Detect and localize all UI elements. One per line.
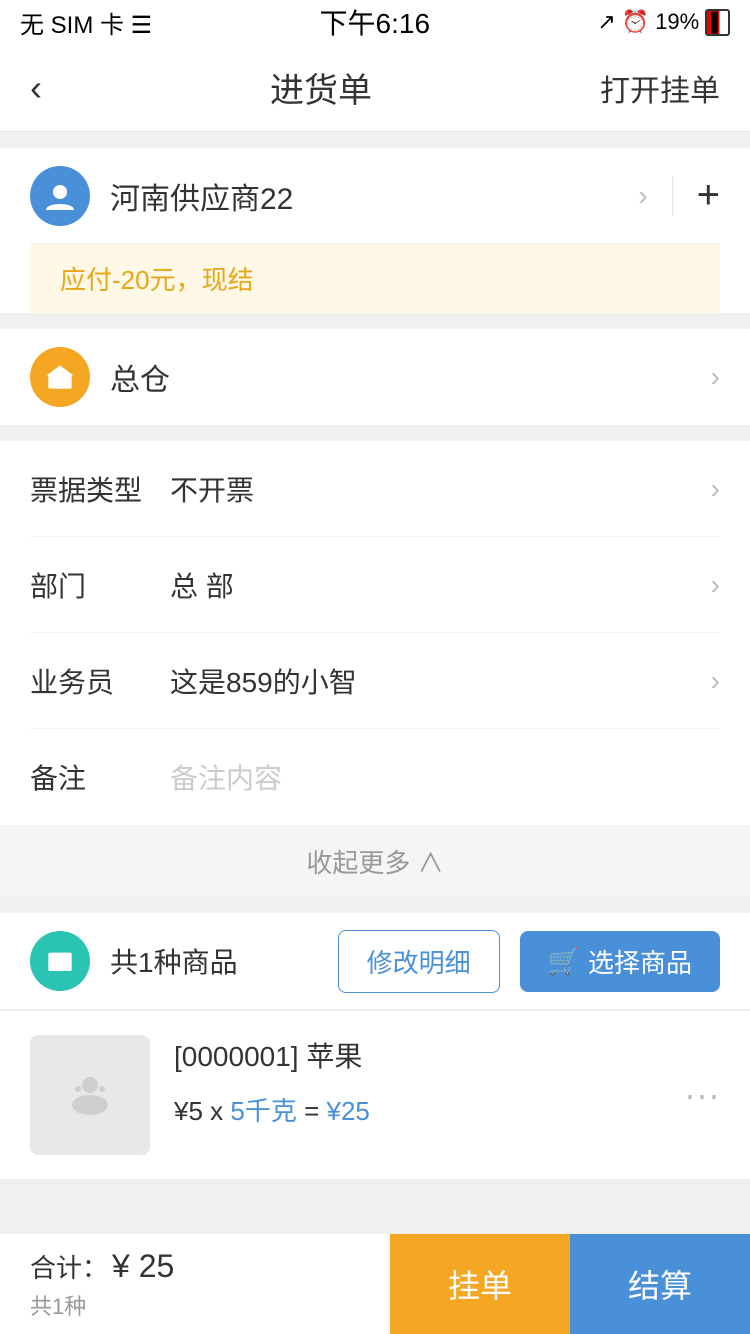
warehouse-name: 总仓 xyxy=(110,355,711,399)
select-product-label: 选择商品 xyxy=(588,943,692,980)
battery-icon: ▌ xyxy=(705,9,730,36)
checkout-button[interactable]: 结算 xyxy=(570,1234,750,1334)
dept-row[interactable]: 部门 总 部 › xyxy=(30,537,720,633)
collapse-label: 收起更多 ∧ xyxy=(306,843,443,880)
divider-3 xyxy=(0,425,750,441)
alarm-icon: ⏰ xyxy=(622,9,649,35)
remark-row[interactable]: 备注 备注内容 xyxy=(30,729,720,825)
supplier-alert: 应付-20元，现结 xyxy=(30,244,720,313)
remark-label: 备注 xyxy=(30,757,170,797)
staff-chevron-icon: › xyxy=(711,665,720,697)
status-right: ↗ ⏰ 19% ▌ xyxy=(597,9,730,36)
signal-text: 无 SIM 卡 ☰ xyxy=(20,5,152,40)
status-left: 无 SIM 卡 ☰ xyxy=(20,5,152,40)
warehouse-chevron-icon: › xyxy=(711,361,720,393)
warehouse-section: 总仓 › xyxy=(0,329,750,425)
status-bar: 无 SIM 卡 ☰ 下午6:16 ↗ ⏰ 19% ▌ xyxy=(0,0,750,44)
dept-label: 部门 xyxy=(30,565,170,605)
location-icon: ↗ xyxy=(597,9,615,35)
modify-detail-button[interactable]: 修改明细 xyxy=(338,930,500,993)
supplier-avatar xyxy=(30,166,90,226)
product-details: [0000001] 苹果 ¥5 x 5千克 = ¥25 xyxy=(174,1035,660,1128)
footer: 合计： ¥ 25 共1种 挂单 结算 xyxy=(0,1234,750,1334)
total-count: 共1种 xyxy=(30,1289,360,1321)
total-label: 合计： xyxy=(30,1248,108,1285)
supplier-chevron-icon: › xyxy=(638,180,647,212)
warehouse-icon xyxy=(30,347,90,407)
dept-chevron-icon: › xyxy=(711,569,720,601)
divider-1 xyxy=(0,132,750,148)
invoice-value: 不开票 xyxy=(170,469,711,509)
product-qty: 5千克 xyxy=(230,1096,296,1126)
select-product-button[interactable]: 🛒 选择商品 xyxy=(520,931,720,992)
open-pending-button[interactable]: 打开挂单 xyxy=(600,66,720,110)
invoice-chevron-icon: › xyxy=(711,473,720,505)
footer-total: 合计： ¥ 25 共1种 xyxy=(0,1234,390,1334)
divider-4 xyxy=(0,897,750,913)
supplier-section: 河南供应商22 › + 应付-20元，现结 xyxy=(0,148,750,313)
products-header: 共1种商品 修改明细 🛒 选择商品 xyxy=(0,913,750,1009)
status-time: 下午6:16 xyxy=(320,2,431,42)
nav-bar: ‹ 进货单 打开挂单 xyxy=(0,44,750,132)
divider-2 xyxy=(0,313,750,329)
product-unit-price: ¥5 x xyxy=(174,1096,230,1126)
supplier-name: 河南供应商22 xyxy=(110,174,638,218)
product-price-row: ¥5 x 5千克 = ¥25 xyxy=(174,1091,660,1128)
product-icon xyxy=(30,931,90,991)
warehouse-row[interactable]: 总仓 › xyxy=(30,329,720,425)
product-item: [0000001] 苹果 ¥5 x 5千克 = ¥25 ··· xyxy=(0,1011,750,1179)
invoice-label: 票据类型 xyxy=(30,469,170,509)
total-amount: ¥ 25 xyxy=(112,1248,174,1285)
product-more-button[interactable]: ··· xyxy=(684,1074,720,1116)
product-total: ¥25 xyxy=(326,1096,369,1126)
back-button[interactable]: ‹ xyxy=(30,67,42,109)
invoice-row[interactable]: 票据类型 不开票 › xyxy=(30,441,720,537)
product-thumbnail xyxy=(30,1035,150,1155)
staff-label: 业务员 xyxy=(30,661,170,701)
vertical-divider xyxy=(672,176,673,216)
product-name: [0000001] 苹果 xyxy=(174,1035,660,1075)
collapse-row[interactable]: 收起更多 ∧ xyxy=(0,825,750,897)
remark-input[interactable]: 备注内容 xyxy=(170,757,720,797)
add-supplier-button[interactable]: + xyxy=(697,173,720,218)
suspend-button[interactable]: 挂单 xyxy=(390,1234,570,1334)
dept-value: 总 部 xyxy=(170,565,711,605)
staff-value: 这是859的小智 xyxy=(170,661,711,701)
page-title: 进货单 xyxy=(270,63,372,112)
form-section: 票据类型 不开票 › 部门 总 部 › 业务员 这是859的小智 › 备注 备注… xyxy=(0,441,750,825)
supplier-row[interactable]: 河南供应商22 › + xyxy=(30,148,720,244)
cart-icon: 🛒 xyxy=(548,946,580,977)
battery-text: 19% xyxy=(655,9,699,35)
staff-row[interactable]: 业务员 这是859的小智 › xyxy=(30,633,720,729)
product-count: 共1种商品 xyxy=(110,941,318,981)
product-equals: = xyxy=(297,1096,327,1126)
